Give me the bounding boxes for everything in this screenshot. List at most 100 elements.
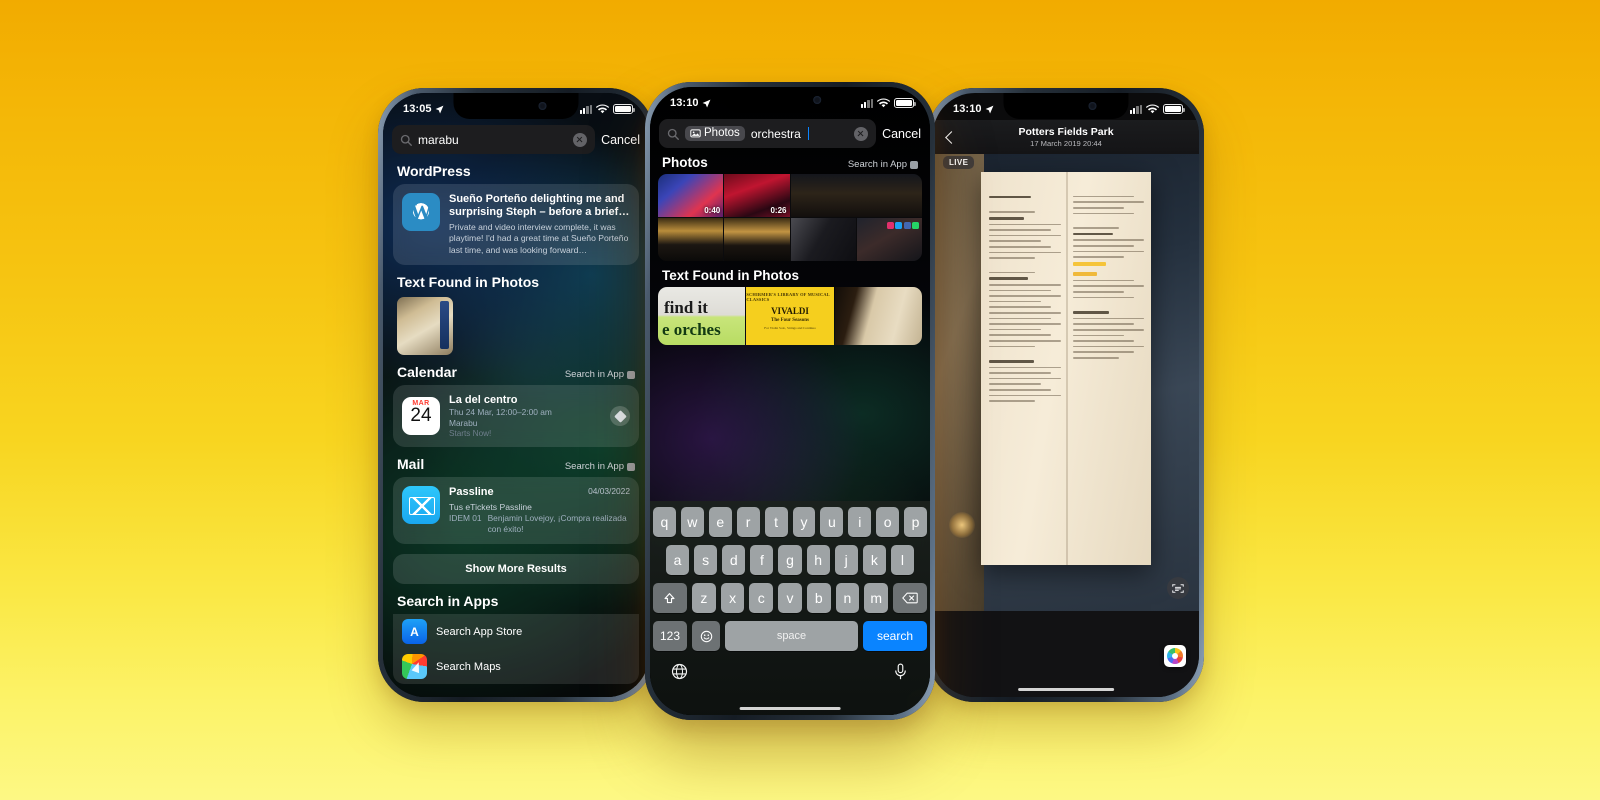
key-r[interactable]: r bbox=[736, 507, 760, 537]
document-column-right bbox=[1072, 195, 1145, 359]
clear-search-button-left[interactable] bbox=[573, 132, 588, 147]
key-l[interactable]: l bbox=[890, 545, 914, 575]
live-text-glyph bbox=[1172, 583, 1184, 593]
front-camera-icon bbox=[813, 96, 822, 104]
search-in-app-link-mail[interactable]: Search in App bbox=[565, 461, 635, 472]
emoji-icon[interactable] bbox=[692, 621, 720, 651]
calendar-result-card[interactable]: MAR 24 La del centro Thu 24 Mar, 12:00–2… bbox=[393, 385, 639, 448]
calendar-event-title: La del centro bbox=[449, 394, 518, 407]
video-duration-badge: 0:40 bbox=[704, 206, 721, 215]
key-n[interactable]: n bbox=[835, 583, 860, 613]
key-u[interactable]: u bbox=[820, 507, 844, 537]
app-store-icon bbox=[402, 619, 427, 644]
key-d[interactable]: d bbox=[722, 545, 746, 575]
backspace-icon[interactable] bbox=[893, 583, 928, 613]
photos-app-icon[interactable] bbox=[1164, 645, 1186, 667]
home-indicator[interactable] bbox=[1018, 687, 1114, 691]
search-input-left[interactable]: marabu bbox=[392, 125, 596, 154]
cancel-button-center[interactable]: Cancel bbox=[882, 127, 921, 141]
sheet-music-subtitle: The Four Seasons bbox=[771, 318, 809, 323]
key-y[interactable]: y bbox=[792, 507, 816, 537]
text-found-cell[interactable] bbox=[834, 287, 922, 345]
text-found-thumb[interactable] bbox=[397, 297, 453, 356]
spotlight-content-left: marabu Cancel WordPress Sueño Porteño de… bbox=[383, 93, 649, 697]
key-o[interactable]: o bbox=[876, 507, 900, 537]
status-right-group bbox=[860, 98, 916, 108]
maps-icon bbox=[402, 654, 427, 679]
key-c[interactable]: c bbox=[749, 583, 774, 613]
section-header-search-in-apps: Search in Apps bbox=[383, 584, 649, 614]
key-j[interactable]: j bbox=[834, 545, 858, 575]
location-arrow-icon bbox=[702, 99, 711, 107]
calendar-icon: MAR 24 bbox=[402, 397, 440, 436]
section-header-text-found-center: Text Found in Photos bbox=[650, 261, 930, 287]
section-header-mail: Mail Search in App bbox=[383, 447, 649, 477]
key-s[interactable]: s bbox=[694, 545, 718, 575]
space-key[interactable]: space bbox=[725, 621, 858, 651]
live-photo-badge[interactable]: LIVE bbox=[943, 156, 975, 169]
section-title: Calendar bbox=[397, 364, 457, 381]
mail-result-card[interactable]: Passline 04/03/2022 Tus eTickets Passlin… bbox=[393, 477, 639, 544]
text-found-cell[interactable]: find it e orches bbox=[658, 287, 746, 345]
key-t[interactable]: t bbox=[764, 507, 788, 537]
key-z[interactable]: z bbox=[691, 583, 716, 613]
globe-icon[interactable] bbox=[671, 663, 688, 680]
directions-icon[interactable] bbox=[610, 406, 630, 427]
key-k[interactable]: k bbox=[862, 545, 886, 575]
clear-search-button-center[interactable] bbox=[854, 126, 869, 141]
wordpress-result-card[interactable]: Sueño Porteño delighting me and surprisi… bbox=[393, 184, 639, 266]
open-app-icon bbox=[627, 462, 635, 471]
key-p[interactable]: p bbox=[904, 507, 928, 537]
show-more-results-button[interactable]: Show More Results bbox=[393, 554, 639, 584]
search-app-store-row[interactable]: Search App Store bbox=[393, 614, 639, 649]
notch-center bbox=[724, 87, 856, 113]
key-v[interactable]: v bbox=[778, 583, 802, 613]
key-g[interactable]: g bbox=[778, 545, 802, 575]
wifi-icon bbox=[877, 98, 890, 108]
key-b[interactable]: b bbox=[806, 583, 831, 613]
key-f[interactable]: f bbox=[750, 545, 774, 575]
microphone-icon[interactable] bbox=[892, 663, 909, 680]
search-token-photos[interactable]: Photos bbox=[685, 126, 745, 141]
section-title: WordPress bbox=[397, 163, 471, 179]
phone-right: 13:10 Potters Fields Park 17 March 2019 … bbox=[928, 88, 1204, 702]
search-in-app-link-calendar[interactable]: Search in App bbox=[565, 369, 635, 380]
numbers-key[interactable]: 123 bbox=[653, 621, 687, 651]
key-x[interactable]: x bbox=[720, 583, 745, 613]
text-found-cell[interactable]: SCHIRMER'S LIBRARY OF MUSICAL CLASSICS V… bbox=[746, 287, 834, 345]
keyboard-row-1: q w e r t y u i o p bbox=[652, 507, 928, 537]
key-w[interactable]: w bbox=[680, 507, 704, 537]
photo-viewer[interactable] bbox=[933, 154, 1199, 611]
photo-result-cell[interactable] bbox=[790, 174, 922, 217]
shift-icon[interactable] bbox=[652, 583, 687, 613]
search-input-center[interactable]: Photos orchestra bbox=[659, 119, 877, 148]
key-a[interactable]: a bbox=[666, 545, 690, 575]
phone-center-screen: 13:10 Photos orchestra Cancel Photos Sea… bbox=[650, 87, 930, 715]
search-in-app-link-photos[interactable]: Search in App bbox=[848, 159, 918, 170]
search-maps-row[interactable]: Search Maps bbox=[393, 649, 639, 684]
mail-result-body: Passline 04/03/2022 Tus eTickets Passlin… bbox=[449, 486, 630, 535]
key-h[interactable]: h bbox=[806, 545, 830, 575]
key-q[interactable]: q bbox=[652, 507, 676, 537]
photo-result-cell[interactable] bbox=[856, 218, 922, 261]
cancel-button-left[interactable]: Cancel bbox=[601, 133, 640, 147]
search-key[interactable]: search bbox=[863, 621, 927, 651]
section-title: Photos bbox=[662, 155, 708, 170]
photo-result-cell[interactable] bbox=[724, 218, 790, 261]
open-app-icon bbox=[910, 160, 918, 169]
key-m[interactable]: m bbox=[864, 583, 889, 613]
live-text-scan-icon[interactable] bbox=[1167, 577, 1189, 599]
key-i[interactable]: i bbox=[848, 507, 872, 537]
shift-glyph bbox=[664, 592, 676, 603]
key-e[interactable]: e bbox=[708, 507, 732, 537]
photo-result-cell[interactable] bbox=[658, 218, 724, 261]
keyboard-bottom-bar bbox=[653, 659, 927, 680]
battery-icon bbox=[1163, 104, 1185, 114]
home-indicator[interactable] bbox=[739, 706, 841, 710]
photo-result-cell[interactable]: 0:26 bbox=[724, 174, 790, 217]
photo-result-cell[interactable] bbox=[790, 218, 856, 261]
photo-result-cell[interactable]: 0:40 bbox=[658, 174, 724, 217]
photo-title-block: Potters Fields Park 17 March 2019 20:44 bbox=[945, 126, 1187, 148]
signal-bars-icon bbox=[860, 98, 873, 108]
wordpress-icon bbox=[402, 193, 440, 231]
